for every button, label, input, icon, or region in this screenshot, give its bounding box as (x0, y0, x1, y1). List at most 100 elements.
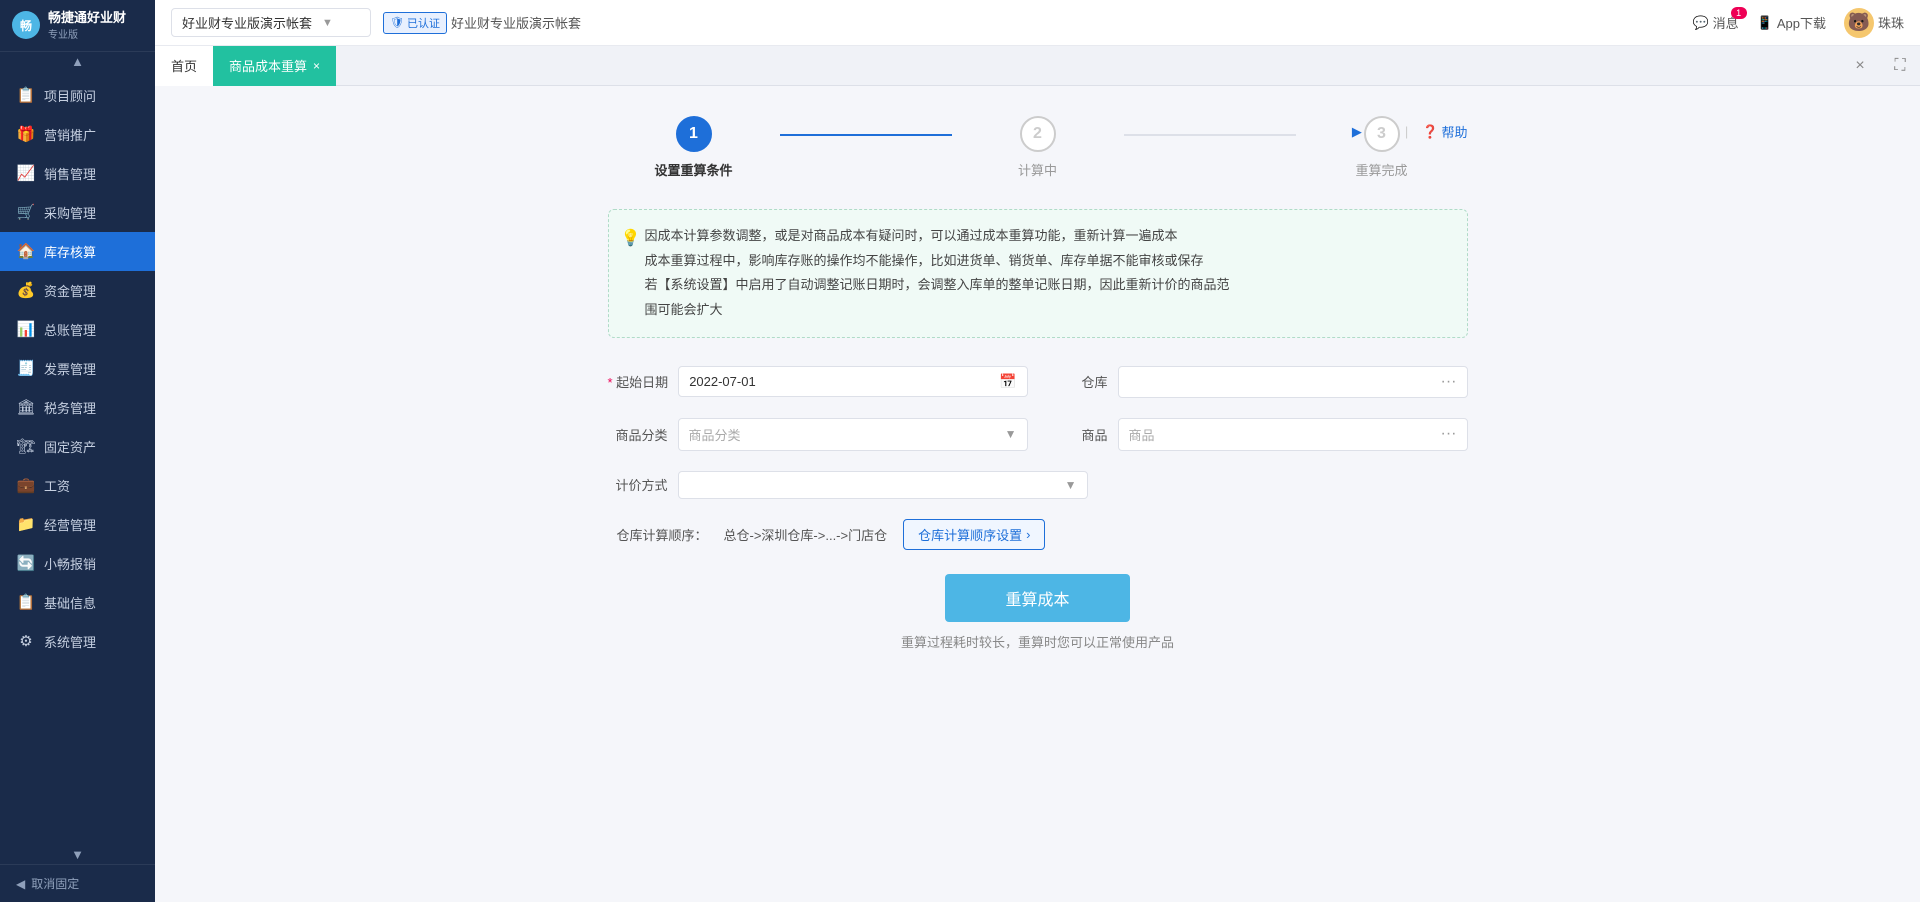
step-2: 2 计算中 (952, 116, 1124, 179)
sidebar-item-tax[interactable]: 🏛 税务管理 (0, 388, 155, 427)
invoice-icon: 🧾 (16, 359, 36, 377)
asset-icon: 🏗 (16, 437, 36, 455)
account-selector[interactable]: 好业财专业版演示帐套 ▼ (171, 8, 371, 37)
project-icon: 📋 (16, 86, 36, 104)
expense-icon: 🔄 (16, 554, 36, 572)
step-1-circle: 1 (676, 116, 712, 152)
sidebar-item-basic[interactable]: 📋 基础信息 (0, 583, 155, 622)
tab-home[interactable]: 首页 (155, 46, 213, 86)
window-controls: × ⛶ (1840, 46, 1920, 86)
sidebar-item-salary[interactable]: 💼 工资 (0, 466, 155, 505)
pricing-row: 计价方式 ▼ (608, 471, 1468, 499)
user-avatar: 🐻 (1844, 8, 1874, 38)
warehouse-more-icon[interactable]: ··· (1441, 373, 1457, 391)
marketing-icon: 🎁 (16, 125, 36, 143)
start-date-input[interactable]: 2022-07-01 📅 (678, 366, 1027, 397)
help-icon: ❓ (1422, 124, 1438, 140)
warehouse-order-settings-button[interactable]: 仓库计算顺序设置 › (903, 519, 1045, 550)
warehouse-order-row: 仓库计算顺序： 总仓->深圳仓库->...->门店仓 仓库计算顺序设置 › (608, 519, 1468, 550)
sidebar-item-asset[interactable]: 🏗 固定资产 (0, 427, 155, 466)
salary-icon: 💼 (16, 476, 36, 494)
pricing-field: 计价方式 ▼ (608, 471, 1088, 499)
sidebar-scroll-up[interactable]: ▲ (0, 52, 155, 72)
start-date-label: 起始日期 (608, 372, 669, 391)
user-menu-button[interactable]: 🐻 珠珠 (1844, 8, 1904, 38)
finance-icon: 💰 (16, 281, 36, 299)
phone-icon: 📱 (1757, 15, 1773, 31)
accounting-icon: 📊 (16, 320, 36, 338)
stepper: 1 设置重算条件 2 计算中 3 重算完成 (608, 116, 1468, 179)
goods-input[interactable]: 商品 ··· (1118, 418, 1468, 451)
recalc-hint: 重算过程耗时较长，重算时您可以正常使用产品 (901, 632, 1174, 651)
close-button[interactable]: × (1840, 46, 1880, 86)
warehouse-label: 仓库 (1048, 372, 1108, 391)
system-icon: ⚙ (16, 632, 36, 650)
tabbar: 首页 商品成本重算 × × ⛶ (155, 46, 1920, 86)
sidebar-item-operation[interactable]: 📁 经营管理 (0, 505, 155, 544)
verified-section: 🛡 已认证 好业财专业版演示帐套 (383, 12, 581, 34)
content-area: 1 设置重算条件 2 计算中 3 重算完成 (155, 86, 1920, 902)
basic-icon: 📋 (16, 593, 36, 611)
sales-icon: 📈 (16, 164, 36, 182)
message-button[interactable]: 💬 消息 1 (1692, 13, 1738, 32)
goods-more-icon[interactable]: ··· (1441, 425, 1457, 443)
start-date-field: 起始日期 2022-07-01 📅 (608, 366, 1028, 397)
recalc-section: 重算成本 重算过程耗时较长，重算时您可以正常使用产品 (608, 574, 1468, 651)
category-label: 商品分类 (608, 425, 668, 444)
step-2-label: 计算中 (1018, 160, 1057, 179)
operation-icon: 📁 (16, 515, 36, 533)
sidebar-item-expense[interactable]: 🔄 小畅报销 (0, 544, 155, 583)
step-1: 1 设置重算条件 (608, 116, 780, 179)
bulb-icon: 💡 (621, 224, 641, 254)
verified-badge: 🛡 已认证 (383, 12, 447, 34)
main-area: 好业财专业版演示帐套 ▼ 🛡 已认证 好业财专业版演示帐套 💬 消息 1 📱 A… (155, 0, 1920, 902)
sidebar-item-finance[interactable]: 💰 资金管理 (0, 271, 155, 310)
expand-button[interactable]: ⛶ (1880, 46, 1920, 86)
pricing-input[interactable]: ▼ (678, 471, 1088, 499)
sidebar-item-invoice[interactable]: 🧾 发票管理 (0, 349, 155, 388)
sidebar-nav: 📋 项目顾问 🎁 营销推广 📈 销售管理 🛒 采购管理 🏠 库存核算 💰 资金管… (0, 72, 155, 844)
category-input[interactable]: 商品分类 ▼ (678, 418, 1028, 451)
pricing-chevron-icon: ▼ (1065, 478, 1077, 492)
sidebar-item-sales[interactable]: 📈 销售管理 (0, 154, 155, 193)
calendar-icon: 📅 (999, 373, 1016, 390)
warehouse-input[interactable]: ··· (1118, 366, 1468, 398)
sidebar-item-marketing[interactable]: 🎁 营销推广 (0, 115, 155, 154)
topbar-right: 💬 消息 1 📱 App下载 🐻 珠珠 (1692, 8, 1904, 38)
unpin-button[interactable]: ◀ 取消固定 (0, 864, 155, 902)
content-inner: 1 设置重算条件 2 计算中 3 重算完成 (588, 116, 1488, 651)
form-row-1: 起始日期 2022-07-01 📅 仓库 ··· (608, 366, 1468, 398)
tab-close-button[interactable]: × (313, 59, 320, 73)
sidebar-item-purchase[interactable]: 🛒 采购管理 (0, 193, 155, 232)
step-1-label: 设置重算条件 (654, 160, 732, 179)
warehouse-field: 仓库 ··· (1048, 366, 1468, 398)
step-3-circle: 3 (1364, 116, 1400, 152)
inventory-icon: 🏠 (16, 242, 36, 260)
purchase-icon: 🛒 (16, 203, 36, 221)
step-3-label: 重算完成 (1355, 160, 1407, 179)
step-2-circle: 2 (1020, 116, 1056, 152)
app-download-button[interactable]: 📱 App下载 (1757, 13, 1826, 32)
account-name-display: 好业财专业版演示帐套 (182, 13, 312, 32)
logo-text: 畅捷通好业财 专业版 (48, 10, 126, 41)
video-icon: ▶ (1352, 124, 1362, 140)
category-chevron-icon: ▼ (1005, 427, 1017, 441)
sidebar-item-system[interactable]: ⚙ 系统管理 (0, 622, 155, 661)
shield-icon: 🛡 (390, 16, 404, 29)
chevron-right-icon: › (1026, 527, 1030, 542)
help-link[interactable]: ❓ 帮助 (1422, 122, 1467, 141)
tab-cost-recalc[interactable]: 商品成本重算 × (213, 46, 336, 86)
step-line-2 (1124, 134, 1296, 136)
account-selector-chevron: ▼ (322, 17, 333, 29)
sidebar-item-accounting[interactable]: 📊 总账管理 (0, 310, 155, 349)
goods-label: 商品 (1048, 425, 1108, 444)
warehouse-order-value: 总仓->深圳仓库->...->门店仓 (724, 525, 888, 544)
recalculate-button[interactable]: 重算成本 (945, 574, 1129, 622)
sidebar-item-inventory[interactable]: 🏠 库存核算 (0, 232, 155, 271)
sidebar-scroll-down[interactable]: ▼ (0, 844, 155, 864)
category-field: 商品分类 商品分类 ▼ (608, 418, 1028, 451)
unpin-icon: ◀ (16, 877, 25, 891)
form-row-2: 商品分类 商品分类 ▼ 商品 商品 ··· (608, 418, 1468, 451)
sidebar-item-project[interactable]: 📋 项目顾问 (0, 76, 155, 115)
topbar: 好业财专业版演示帐套 ▼ 🛡 已认证 好业财专业版演示帐套 💬 消息 1 📱 A… (155, 0, 1920, 46)
